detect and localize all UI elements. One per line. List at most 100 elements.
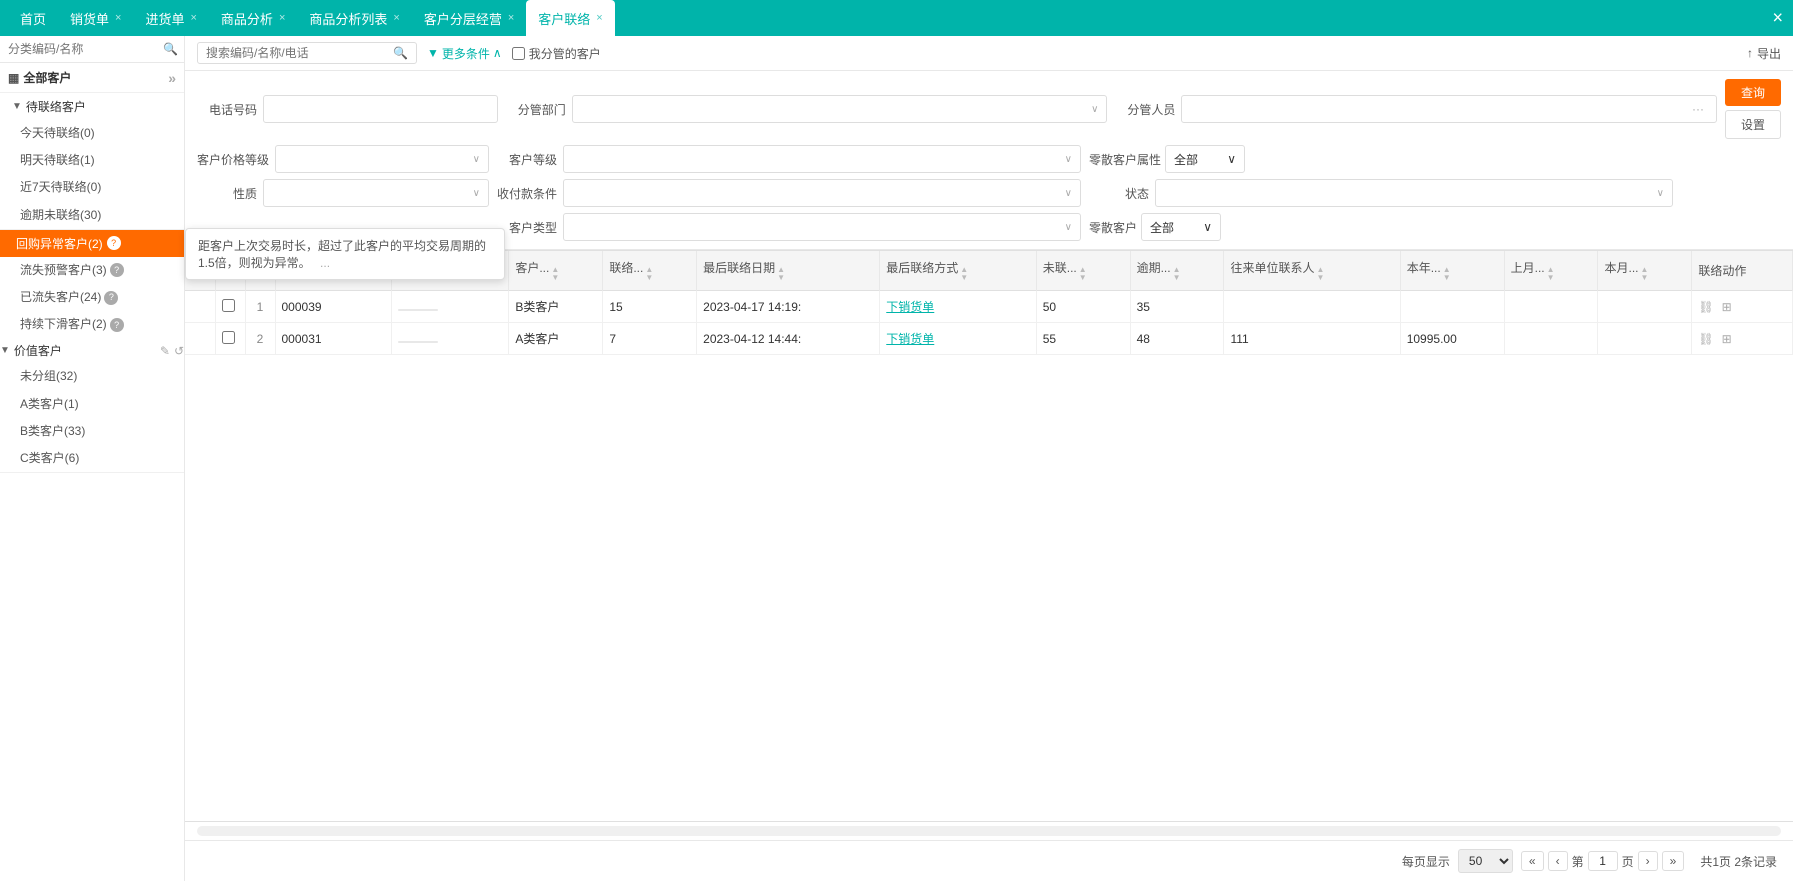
row-overdue: 35 (1130, 291, 1224, 323)
sidebar-item-churned[interactable]: 已流失客户(24) ? (0, 284, 184, 311)
col-unit-contacts: 往来单位联系人▲▼ (1224, 251, 1400, 291)
row-settings (185, 291, 215, 323)
row-checkbox[interactable] (222, 299, 235, 312)
row-this-month (1598, 323, 1692, 355)
row-uncontacted: 55 (1036, 323, 1130, 355)
filter-dept: 分管部门 ∨ (506, 95, 1108, 123)
main-content: 🔍 ▼ 更多条件 ∧ 我分管的客户 ↑ 导出 电话号码 (185, 36, 1793, 881)
sidebar-search-icon[interactable]: 🔍 (163, 42, 178, 56)
sidebar-item-overdue-pending[interactable]: 逾期未联络(30) (0, 202, 184, 229)
current-page-input[interactable] (1588, 851, 1618, 871)
action-link-icon[interactable]: ⛓ (1698, 332, 1713, 346)
churned-info-icon[interactable]: ? (104, 291, 118, 305)
settings-button[interactable]: 设置 (1725, 110, 1781, 139)
dept-select[interactable]: ∨ (572, 95, 1108, 123)
action-grid-icon[interactable]: ⊞ (1722, 300, 1732, 314)
sidebar-item-class-a[interactable]: A类客户(1) (0, 391, 184, 418)
tooltip-box: 距客户上次交易时长，超过了此客户的平均交易周期的1.5倍，则视为异常。 ... (185, 228, 505, 280)
nav-item-sales[interactable]: 销货单 × (58, 0, 133, 36)
sidebar: 🔍 ▦ 全部客户 » ▼ 待联络客户 今天待联络(0) 明天待联络(1) 近7天… (0, 36, 185, 881)
first-page-btn[interactable]: « (1521, 851, 1544, 871)
gender-select[interactable]: ∨ (263, 179, 489, 207)
more-conditions-btn[interactable]: ▼ 更多条件 ∧ (427, 45, 502, 62)
close-product-list-tab[interactable]: × (393, 12, 399, 24)
close-customer-mgmt-tab[interactable]: × (508, 12, 514, 24)
price-customer-title[interactable]: ▼ 价值客户 ✎ ↺ (0, 338, 184, 363)
row-checkbox-cell (215, 291, 245, 323)
nav-item-purchase[interactable]: 进货单 × (133, 0, 208, 36)
per-page-select[interactable]: 50 100 (1458, 849, 1513, 873)
row-action: ⛓ ⊞ (1692, 291, 1793, 323)
nav-item-customer-management[interactable]: 客户分层经营 × (412, 0, 526, 36)
sidebar-item-unclassified[interactable]: 未分组(32) (0, 363, 184, 390)
filter-row-2: 客户价格等级 ∨ 客户等级 ∨ 零散客户属性 (197, 145, 1781, 173)
sidebar-search-input[interactable] (8, 42, 163, 56)
next-page-btn[interactable]: › (1638, 851, 1658, 871)
row-this-year (1400, 291, 1504, 323)
sidebar-search-area: 🔍 (0, 36, 184, 63)
nav-item-customer-contact[interactable]: 客户联络 × (526, 0, 614, 36)
price-arrow-icon: ▼ (0, 345, 10, 356)
collapse-sidebar-btn[interactable]: » (168, 70, 176, 86)
repurchase-info-icon[interactable]: ? (107, 236, 121, 250)
horizontal-scrollbar[interactable] (197, 826, 1781, 836)
customer-grade-select[interactable]: ∨ (563, 145, 1081, 173)
row-this-year: 10995.00 (1400, 323, 1504, 355)
close-purchase-tab[interactable]: × (190, 12, 196, 24)
edit-icon[interactable]: ✎ (160, 344, 170, 358)
sidebar-item-declining[interactable]: 持续下滑客户(2) ? (0, 311, 184, 338)
toolbar-search-input[interactable] (206, 46, 389, 60)
toolbar-search-icon[interactable]: 🔍 (393, 46, 408, 60)
payment-select[interactable]: ∨ (563, 179, 1081, 207)
sidebar-item-churn-warning[interactable]: 流失预警客户(3) ? (0, 257, 184, 284)
last-page-btn[interactable]: » (1662, 851, 1685, 871)
row-last-contact-method[interactable]: 下销货单 (880, 291, 1036, 323)
phone-input[interactable] (263, 95, 498, 123)
price-grade-select[interactable]: ∨ (275, 145, 489, 173)
sidebar-item-tomorrow-pending[interactable]: 明天待联络(1) (0, 147, 184, 174)
filter-zero-retail-attr: 零散客户属性 全部 ∨ (1089, 145, 1673, 173)
export-button[interactable]: ↑ 导出 (1747, 45, 1781, 62)
sidebar-item-7day-pending[interactable]: 近7天待联络(0) (0, 174, 184, 201)
churn-warning-info-icon[interactable]: ? (110, 263, 124, 277)
close-all-tabs[interactable]: × (1772, 8, 1783, 29)
payment-arrow-icon: ∨ (1065, 188, 1072, 199)
declining-info-icon[interactable]: ? (110, 318, 124, 332)
zero-retail-select[interactable]: 全部 ∨ (1141, 213, 1221, 241)
sidebar-item-class-c[interactable]: C类客户(6) (0, 445, 184, 472)
person-dots[interactable]: ··· (1688, 102, 1708, 116)
refresh-icon[interactable]: ↺ (174, 344, 184, 358)
status-select[interactable]: ∨ (1155, 179, 1673, 207)
nav-item-home[interactable]: 首页 (8, 0, 58, 36)
row-code: 000031 (275, 323, 392, 355)
sidebar-item-class-b[interactable]: B类客户(33) (0, 418, 184, 445)
row-last-contact-method[interactable]: 下销货单 (880, 323, 1036, 355)
col-this-year: 本年...▲▼ (1400, 251, 1504, 291)
zero-retail-attr-select[interactable]: 全部 ∨ (1165, 145, 1245, 173)
nav-item-product-analysis-list[interactable]: 商品分析列表 × (297, 0, 411, 36)
person-select[interactable]: ··· (1181, 95, 1717, 123)
action-link-icon[interactable]: ⛓ (1698, 300, 1713, 314)
pagination-nav: « ‹ 第 页 › » (1521, 851, 1684, 871)
prev-page-btn[interactable]: ‹ (1548, 851, 1568, 871)
sidebar-item-today-pending[interactable]: 今天待联络(0) (0, 120, 184, 147)
row-last-month (1504, 323, 1598, 355)
pagination: 每页显示 50 100 « ‹ 第 页 › » 共1页 2条记录 (185, 840, 1793, 881)
pending-arrow-icon: ▼ (12, 101, 22, 112)
row-uncontacted: 50 (1036, 291, 1130, 323)
row-checkbox[interactable] (222, 331, 235, 344)
action-grid-icon[interactable]: ⊞ (1722, 332, 1732, 346)
customer-type-select[interactable]: ∨ (563, 213, 1081, 241)
my-customers-checkbox[interactable] (512, 47, 525, 60)
close-customer-contact-tab[interactable]: × (596, 12, 602, 24)
nav-item-product-analysis[interactable]: 商品分析 × (209, 0, 297, 36)
row-name (392, 291, 509, 323)
customer-grade-arrow-icon: ∨ (1065, 154, 1072, 165)
query-button[interactable]: 查询 (1725, 79, 1781, 106)
pending-customers-title[interactable]: ▼ 待联络客户 (0, 93, 184, 120)
row-action: ⛓ ⊞ (1692, 323, 1793, 355)
sidebar-item-repurchase-anomaly[interactable]: 回购异常客户(2) ? (0, 230, 184, 257)
col-contact: 联络...▲▼ (603, 251, 697, 291)
close-sales-tab[interactable]: × (115, 12, 121, 24)
close-product-analysis-tab[interactable]: × (279, 12, 285, 24)
